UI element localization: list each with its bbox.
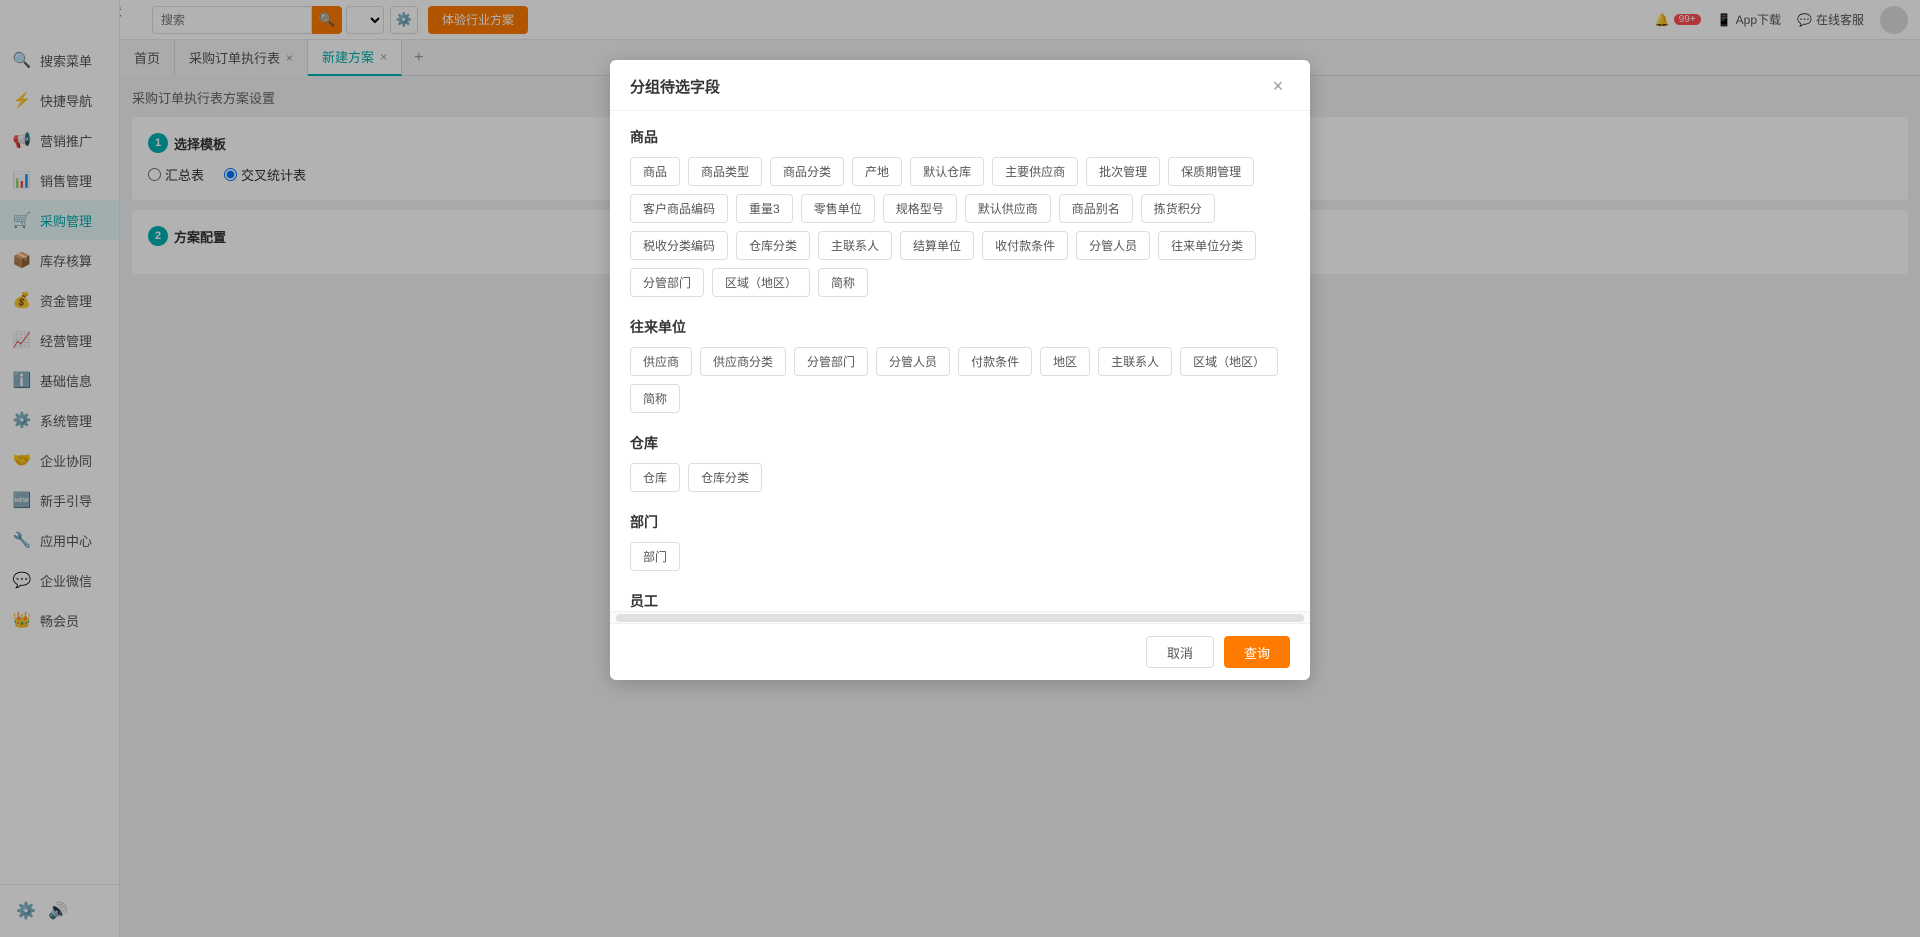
field-tag[interactable]: 收付款条件 — [982, 231, 1068, 260]
field-tag[interactable]: 地区 — [1040, 347, 1090, 376]
section-partner-title: 往来单位 — [630, 317, 1290, 337]
modal-title: 分组待选字段 — [630, 76, 720, 97]
field-tag[interactable]: 分管人员 — [1076, 231, 1150, 260]
modal-dialog: 分组待选字段 × 商品 商品商品类型商品分类产地默认仓库主要供应商批次管理保质期… — [610, 60, 1310, 680]
section-employee-title: 员工 — [630, 591, 1290, 611]
section-goods: 商品 商品商品类型商品分类产地默认仓库主要供应商批次管理保质期管理客户商品编码重… — [630, 127, 1290, 297]
modal-body: 商品 商品商品类型商品分类产地默认仓库主要供应商批次管理保质期管理客户商品编码重… — [610, 111, 1310, 611]
field-tag[interactable]: 零售单位 — [801, 194, 875, 223]
section-goods-title: 商品 — [630, 127, 1290, 147]
modal-footer: 取消 查询 — [610, 623, 1310, 680]
field-tag[interactable]: 税收分类编码 — [630, 231, 728, 260]
field-tag[interactable]: 往来单位分类 — [1158, 231, 1256, 260]
field-tag[interactable]: 商品 — [630, 157, 680, 186]
field-tag[interactable]: 保质期管理 — [1168, 157, 1254, 186]
field-tag[interactable]: 仓库 — [630, 463, 680, 492]
field-tag[interactable]: 简称 — [630, 384, 680, 413]
field-tag[interactable]: 结算单位 — [900, 231, 974, 260]
field-tag[interactable]: 默认仓库 — [910, 157, 984, 186]
cancel-button[interactable]: 取消 — [1146, 636, 1214, 668]
field-tag[interactable]: 主要供应商 — [992, 157, 1078, 186]
field-tag[interactable]: 分管人员 — [876, 347, 950, 376]
field-tag[interactable]: 默认供应商 — [965, 194, 1051, 223]
modal-overlay: 分组待选字段 × 商品 商品商品类型商品分类产地默认仓库主要供应商批次管理保质期… — [0, 0, 1920, 937]
section-warehouse: 仓库 仓库仓库分类 — [630, 433, 1290, 492]
field-tag[interactable]: 供应商 — [630, 347, 692, 376]
modal-close-button[interactable]: × — [1266, 74, 1290, 98]
field-tag[interactable]: 拣货积分 — [1141, 194, 1215, 223]
field-tag[interactable]: 仓库分类 — [688, 463, 762, 492]
field-tag[interactable]: 产地 — [852, 157, 902, 186]
field-tag[interactable]: 简称 — [818, 268, 868, 297]
department-field-tags: 部门 — [630, 542, 1290, 571]
goods-field-tags: 商品商品类型商品分类产地默认仓库主要供应商批次管理保质期管理客户商品编码重量3 零… — [630, 157, 1290, 297]
modal-hscroll-thumb — [616, 614, 1304, 622]
section-employee: 员工 业务员 — [630, 591, 1290, 611]
field-tag[interactable]: 规格型号 — [883, 194, 957, 223]
field-tag[interactable]: 付款条件 — [958, 347, 1032, 376]
confirm-button[interactable]: 查询 — [1224, 636, 1290, 668]
field-tag[interactable]: 仓库分类 — [736, 231, 810, 260]
field-tag[interactable]: 供应商分类 — [700, 347, 786, 376]
field-tag[interactable]: 区域（地区） — [1180, 347, 1278, 376]
field-tag[interactable]: 商品类型 — [688, 157, 762, 186]
field-tag[interactable]: 重量3 — [736, 194, 793, 223]
field-tag[interactable]: 分管部门 — [794, 347, 868, 376]
section-department: 部门 部门 — [630, 512, 1290, 571]
modal-horizontal-scrollbar[interactable] — [610, 611, 1310, 623]
partner-field-tags: 供应商供应商分类分管部门分管人员付款条件地区主联系人区域（地区） 简称 — [630, 347, 1290, 413]
field-tag[interactable]: 部门 — [630, 542, 680, 571]
section-department-title: 部门 — [630, 512, 1290, 532]
field-tag[interactable]: 商品分类 — [770, 157, 844, 186]
modal-header: 分组待选字段 × — [610, 60, 1310, 111]
section-warehouse-title: 仓库 — [630, 433, 1290, 453]
field-tag[interactable]: 客户商品编码 — [630, 194, 728, 223]
field-tag[interactable]: 批次管理 — [1086, 157, 1160, 186]
field-tag[interactable]: 主联系人 — [1098, 347, 1172, 376]
section-partner: 往来单位 供应商供应商分类分管部门分管人员付款条件地区主联系人区域（地区） 简称 — [630, 317, 1290, 413]
field-tag[interactable]: 区域（地区） — [712, 268, 810, 297]
field-tag[interactable]: 商品别名 — [1059, 194, 1133, 223]
field-tag[interactable]: 分管部门 — [630, 268, 704, 297]
warehouse-field-tags: 仓库仓库分类 — [630, 463, 1290, 492]
field-tag[interactable]: 主联系人 — [818, 231, 892, 260]
